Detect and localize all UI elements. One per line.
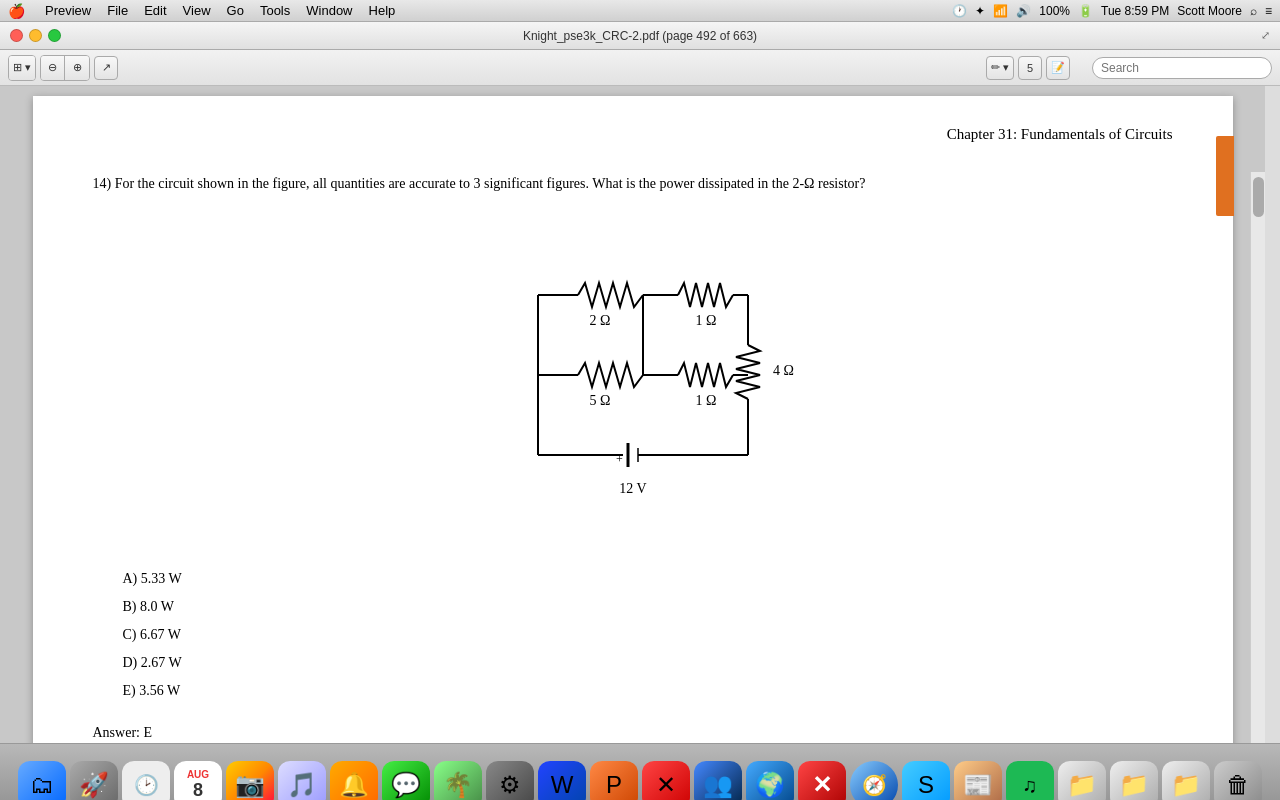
menu-file[interactable]: File xyxy=(107,3,128,18)
dock-finder[interactable]: 🗂 xyxy=(18,761,66,800)
answer-section: Answer: E Var: 1 xyxy=(93,725,1173,743)
choice-a: A) 5.33 W xyxy=(123,565,1173,593)
wifi-icon: 📶 xyxy=(993,4,1008,18)
dock-calendar[interactable]: AUG8 xyxy=(174,761,222,800)
page-area: Chapter 31: Fundamentals of Circuits 14)… xyxy=(0,86,1265,743)
view-mode-button[interactable]: ⊞ ▾ xyxy=(9,56,35,80)
menu-edit[interactable]: Edit xyxy=(144,3,166,18)
dock-powerpoint[interactable]: P xyxy=(590,761,638,800)
choice-d: D) 2.67 W xyxy=(123,649,1173,677)
minimize-button[interactable] xyxy=(29,29,42,42)
dock-people[interactable]: 👥 xyxy=(694,761,742,800)
svg-text:1 Ω: 1 Ω xyxy=(695,313,716,328)
page-number-button[interactable]: 5 xyxy=(1018,56,1042,80)
dock-gears[interactable]: ⚙ xyxy=(486,761,534,800)
zoom-in-button[interactable]: ⊕ xyxy=(65,56,89,80)
dock-x[interactable]: ✕ xyxy=(798,761,846,800)
menu-go[interactable]: Go xyxy=(227,3,244,18)
scrollbar-thumb[interactable] xyxy=(1253,177,1264,217)
menu-preview[interactable]: Preview xyxy=(45,3,91,18)
search-input[interactable] xyxy=(1092,57,1272,79)
question-number: 14) xyxy=(93,176,112,191)
question-text: 14) For the circuit shown in the figure,… xyxy=(93,173,1173,195)
notification-icon[interactable]: ≡ xyxy=(1265,4,1272,18)
dock-files1[interactable]: 📁 xyxy=(1058,761,1106,800)
menu-help[interactable]: Help xyxy=(369,3,396,18)
var-label: Var: 1 xyxy=(93,741,1173,743)
answer-choices: A) 5.33 W B) 8.0 W C) 6.67 W D) 2.67 W E… xyxy=(123,565,1173,705)
svg-text:5 Ω: 5 Ω xyxy=(589,393,610,408)
document-page: Chapter 31: Fundamentals of Circuits 14)… xyxy=(33,96,1233,743)
spotlight-icon[interactable]: ⌕ xyxy=(1250,4,1257,18)
dock-word[interactable]: W xyxy=(538,761,586,800)
menu-tools[interactable]: Tools xyxy=(260,3,290,18)
share-button[interactable]: ↗ xyxy=(94,56,118,80)
datetime-label: Tue 8:59 PM xyxy=(1101,4,1169,18)
choice-e: E) 3.56 W xyxy=(123,677,1173,705)
note-button[interactable]: 📝 xyxy=(1046,56,1070,80)
svg-text:1 Ω: 1 Ω xyxy=(695,393,716,408)
choice-b: B) 8.0 W xyxy=(123,593,1173,621)
volume-icon: 🔊 xyxy=(1016,4,1031,18)
dock-files3[interactable]: 📁 xyxy=(1162,761,1210,800)
dock-trash[interactable]: 🗑 xyxy=(1214,761,1262,800)
zoom-group: ⊖ ⊕ xyxy=(40,55,90,81)
battery-icon: 🔋 xyxy=(1078,4,1093,18)
view-mode-group: ⊞ ▾ xyxy=(8,55,36,81)
dock-skype[interactable]: S xyxy=(902,761,950,800)
window-controls xyxy=(10,29,61,42)
user-name: Scott Moore xyxy=(1177,4,1242,18)
menu-window[interactable]: Window xyxy=(306,3,352,18)
scrollbar[interactable] xyxy=(1250,172,1265,743)
dock-itunes[interactable]: 🎵 xyxy=(278,761,326,800)
dock-palm[interactable]: 🌴 xyxy=(434,761,482,800)
dock-newsstand[interactable]: 📰 xyxy=(954,761,1002,800)
menubar-right: 🕐 ✦ 📶 🔊 100% 🔋 Tue 8:59 PM Scott Moore ⌕… xyxy=(952,4,1272,18)
dock: 🗂 🚀 🕑 AUG8 📷 🎵 🔔 💬 🌴 ⚙ W P ✕ 👥 🌍 ✕ 🧭 S 📰… xyxy=(0,743,1280,800)
dock-safari[interactable]: 🧭 xyxy=(850,761,898,800)
dock-launchpad[interactable]: 🚀 xyxy=(70,761,118,800)
toolbar: ⊞ ▾ ⊖ ⊕ ↗ ✏ ▾ 5 📝 xyxy=(0,50,1280,86)
annotation-button[interactable]: ✏ ▾ xyxy=(986,56,1014,80)
dock-files2[interactable]: 📁 xyxy=(1110,761,1158,800)
maximize-button[interactable] xyxy=(48,29,61,42)
clock-icon: 🕐 xyxy=(952,4,967,18)
circuit-diagram: 2 Ω 1 Ω 5 Ω 1 Ω xyxy=(93,215,1173,535)
svg-text:2 Ω: 2 Ω xyxy=(589,313,610,328)
choice-c: C) 6.67 W xyxy=(123,621,1173,649)
question-body: For the circuit shown in the figure, all… xyxy=(115,176,866,191)
dock-imessage[interactable]: 💬 xyxy=(382,761,430,800)
bookmark-tab xyxy=(1216,136,1234,216)
window-title: Knight_pse3k_CRC-2.pdf (page 492 of 663) xyxy=(523,29,757,43)
zoom-out-button[interactable]: ⊖ xyxy=(41,56,65,80)
answer-label: Answer: E xyxy=(93,725,1173,741)
battery-label: 100% xyxy=(1039,4,1070,18)
chapter-title: Chapter 31: Fundamentals of Circuits xyxy=(93,126,1173,143)
svg-text:4 Ω: 4 Ω xyxy=(773,363,794,378)
dock-clock[interactable]: 🕑 xyxy=(122,761,170,800)
expand-icon[interactable]: ⤢ xyxy=(1261,29,1270,42)
apple-menu[interactable]: 🍎 xyxy=(8,3,25,19)
dock-photos[interactable]: 📷 xyxy=(226,761,274,800)
dock-globe[interactable]: 🌍 xyxy=(746,761,794,800)
dock-cross[interactable]: ✕ xyxy=(642,761,690,800)
menu-view[interactable]: View xyxy=(183,3,211,18)
svg-text:12 V: 12 V xyxy=(619,481,646,496)
bluetooth-icon: ✦ xyxy=(975,4,985,18)
dock-notif[interactable]: 🔔 xyxy=(330,761,378,800)
title-bar: Knight_pse3k_CRC-2.pdf (page 492 of 663)… xyxy=(0,22,1280,50)
svg-text:+: + xyxy=(616,452,623,466)
dock-spotify[interactable]: ♫ xyxy=(1006,761,1054,800)
circuit-svg: 2 Ω 1 Ω 5 Ω 1 Ω xyxy=(458,215,808,535)
menu-bar: 🍎 Preview File Edit View Go Tools Window… xyxy=(0,0,1280,22)
close-button[interactable] xyxy=(10,29,23,42)
